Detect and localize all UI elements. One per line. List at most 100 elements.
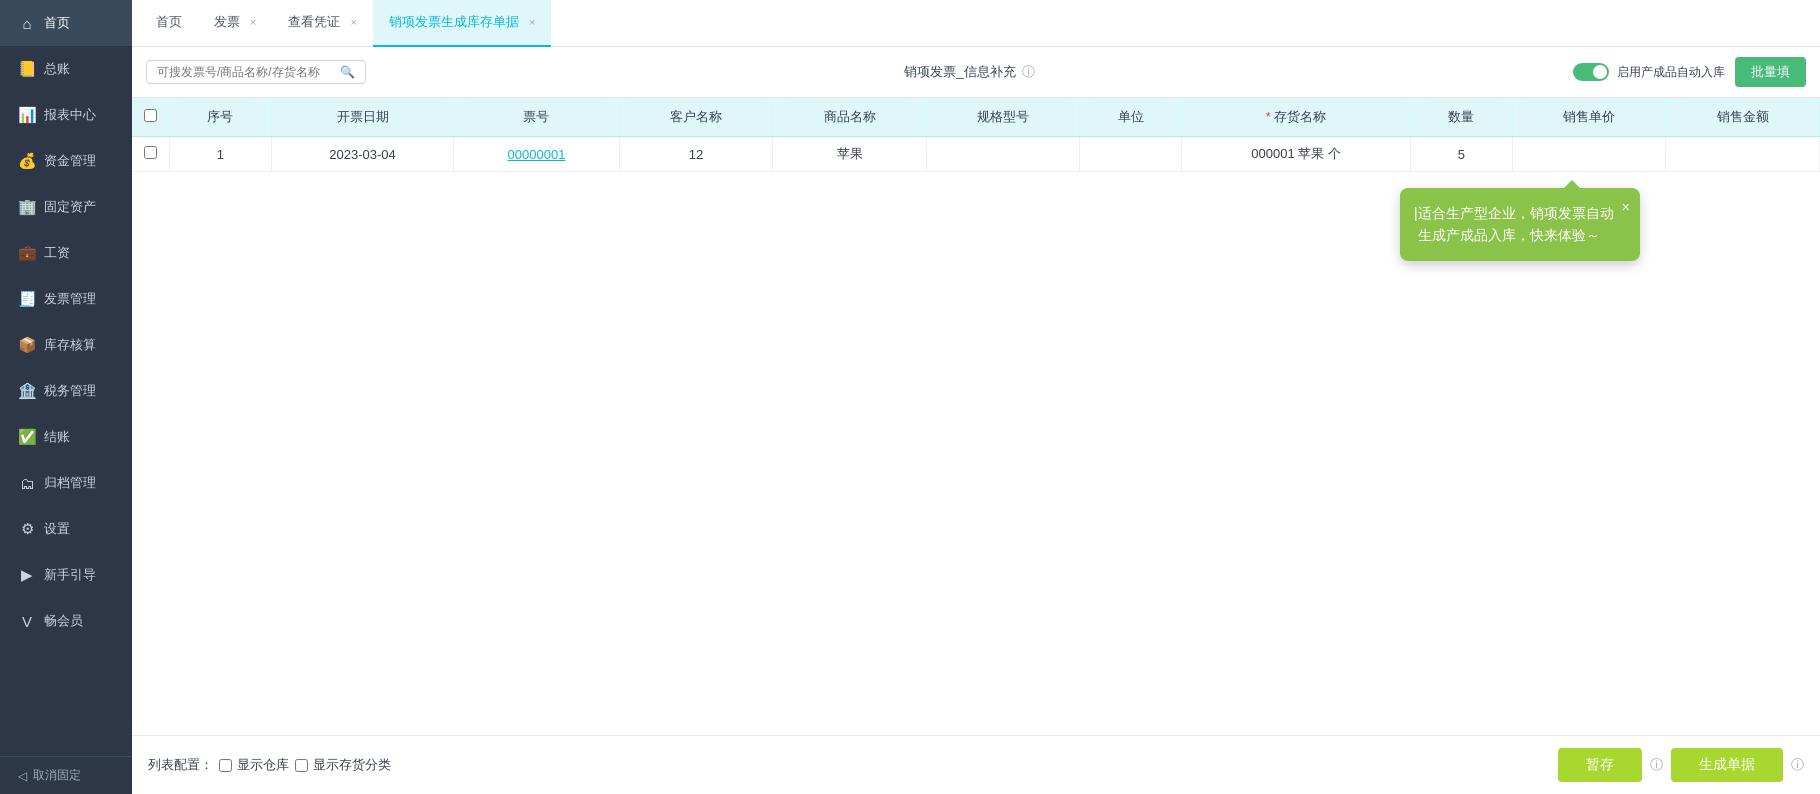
sidebar-item-archive[interactable]: 🗂 归档管理 [0,460,132,506]
table-row: 1 2023-03-04 00000001 12 苹果 000001 苹果 个 … [132,137,1820,172]
sidebar-label-guide: 新手引导 [44,566,96,584]
row-unit-price [1512,137,1666,172]
auto-inbound-toggle[interactable] [1573,63,1609,81]
header-ticket: 票号 [454,98,619,137]
tab-home-label: 首页 [156,13,182,31]
sidebar-item-guide[interactable]: ▶ 新手引导 [0,552,132,598]
row-checkbox[interactable] [144,146,157,159]
tab-invoice[interactable]: 发票 × [198,0,272,47]
settlement-icon: ✅ [18,428,36,446]
data-table: 序号 开票日期 票号 客户名称 商品名称 规格型号 单位 存货名称 数量 销售单… [132,98,1820,172]
tab-sales-receipt-close[interactable]: × [529,16,535,28]
tooltip-text: 适合生产型企业，销项发票自动生成产成品入库，快来体验～ [1418,205,1614,243]
header-amount: 销售金额 [1666,98,1820,137]
unpin-label: 取消固定 [33,767,81,784]
batch-fill-button[interactable]: 批量填 [1735,57,1806,87]
save-button[interactable]: 暂存 [1558,748,1642,782]
search-icon: 🔍 [340,65,355,79]
ticket-link[interactable]: 00000001 [508,147,566,162]
row-unit [1080,137,1182,172]
row-seq: 1 [170,137,272,172]
toggle-area: 启用产成品自动入库 [1573,63,1725,81]
invoice-icon: 🧾 [18,290,36,308]
row-spec [926,137,1080,172]
save-info-icon[interactable]: ⓘ [1650,756,1663,774]
sidebar-label-asset: 固定资产 [44,198,96,216]
footer-config: 列表配置： 显示仓库 显示存货分类 [148,756,391,774]
row-customer: 12 [619,137,773,172]
sidebar-item-inventory[interactable]: 📦 库存核算 [0,322,132,368]
sidebar-item-fund[interactable]: 💰 资金管理 [0,138,132,184]
row-product: 苹果 [773,137,927,172]
tab-sales-receipt-label: 销项发票生成库存单据 [389,13,519,31]
show-category-label: 显示存货分类 [313,756,391,774]
show-warehouse-checkbox-label[interactable]: 显示仓库 [219,756,289,774]
row-ticket[interactable]: 00000001 [454,137,619,172]
toolbar: 🔍 销项发票_信息补充 ⓘ 启用产成品自动入库 批量填 [132,47,1820,98]
sidebar-label-invoice: 发票管理 [44,290,96,308]
header-unit-price: 销售单价 [1512,98,1666,137]
header-date: 开票日期 [271,98,454,137]
sidebar-item-home[interactable]: ⌂ 首页 [0,0,132,46]
generate-button[interactable]: 生成单据 [1671,748,1783,782]
row-inventory[interactable]: 000001 苹果 个 [1182,137,1411,172]
show-warehouse-label: 显示仓库 [237,756,289,774]
tab-sales-receipt[interactable]: 销项发票生成库存单据 × [373,0,551,47]
fund-icon: 💰 [18,152,36,170]
show-warehouse-checkbox[interactable] [219,759,232,772]
settings-icon: ⚙ [18,520,36,538]
header-spec: 规格型号 [926,98,1080,137]
vip-icon: V [18,613,36,630]
sidebar-item-invoice[interactable]: 🧾 发票管理 [0,276,132,322]
tax-icon: 🏦 [18,382,36,400]
tab-home[interactable]: 首页 [140,0,198,47]
header-seq: 序号 [170,98,272,137]
footer-actions: 暂存 ⓘ 生成单据 ⓘ [1558,748,1804,782]
tooltip-close-button[interactable]: × [1622,196,1630,218]
sidebar-label-settings: 设置 [44,520,70,538]
header-unit: 单位 [1080,98,1182,137]
config-label: 列表配置： [148,756,213,774]
header-inventory: 存货名称 [1182,98,1411,137]
tab-bar: 首页 发票 × 查看凭证 × 销项发票生成库存单据 × [132,0,1820,47]
search-input[interactable] [157,65,334,79]
sidebar-item-vip[interactable]: V 畅会员 [0,598,132,644]
sidebar-label-inventory: 库存核算 [44,336,96,354]
sidebar-unpin[interactable]: ◁ 取消固定 [0,756,132,794]
sidebar-item-settings[interactable]: ⚙ 设置 [0,506,132,552]
show-category-checkbox-label[interactable]: 显示存货分类 [295,756,391,774]
search-box[interactable]: 🔍 [146,60,366,84]
select-all-checkbox[interactable] [144,109,157,122]
sidebar-label-settlement: 结账 [44,428,70,446]
main-area: 首页 发票 × 查看凭证 × 销项发票生成库存单据 × 🔍 销项发票_信息补充 … [132,0,1820,794]
tab-invoice-close[interactable]: × [250,16,256,28]
row-checkbox-cell [132,137,170,172]
sidebar-item-settlement[interactable]: ✅ 结账 [0,414,132,460]
archive-icon: 🗂 [18,475,36,492]
tab-voucher-close[interactable]: × [350,16,356,28]
sidebar-item-payroll[interactable]: 💼 工资 [0,230,132,276]
sidebar-label-vip: 畅会员 [44,612,83,630]
toggle-label: 启用产成品自动入库 [1617,64,1725,81]
tab-voucher-label: 查看凭证 [288,13,340,31]
row-quantity: 5 [1410,137,1512,172]
payroll-icon: 💼 [18,244,36,262]
info-icon[interactable]: ⓘ [1022,63,1035,81]
show-category-checkbox[interactable] [295,759,308,772]
generate-info-icon[interactable]: ⓘ [1791,756,1804,774]
sidebar-label-ledger: 总账 [44,60,70,78]
home-icon: ⌂ [18,15,36,32]
sidebar-item-asset[interactable]: 🏢 固定资产 [0,184,132,230]
tab-voucher[interactable]: 查看凭证 × [272,0,372,47]
header-customer: 客户名称 [619,98,773,137]
toolbar-center: 销项发票_信息补充 ⓘ [376,63,1563,81]
sidebar: ⌂ 首页 📒 总账 📊 报表中心 💰 资金管理 🏢 固定资产 💼 工资 🧾 发票… [0,0,132,794]
sidebar-item-report[interactable]: 📊 报表中心 [0,92,132,138]
content-area: 🔍 销项发票_信息补充 ⓘ 启用产成品自动入库 批量填 [132,47,1820,794]
sidebar-label-fund: 资金管理 [44,152,96,170]
asset-icon: 🏢 [18,198,36,216]
header-product: 商品名称 [773,98,927,137]
table-container: 序号 开票日期 票号 客户名称 商品名称 规格型号 单位 存货名称 数量 销售单… [132,98,1820,735]
sidebar-item-tax[interactable]: 🏦 税务管理 [0,368,132,414]
sidebar-item-ledger[interactable]: 📒 总账 [0,46,132,92]
